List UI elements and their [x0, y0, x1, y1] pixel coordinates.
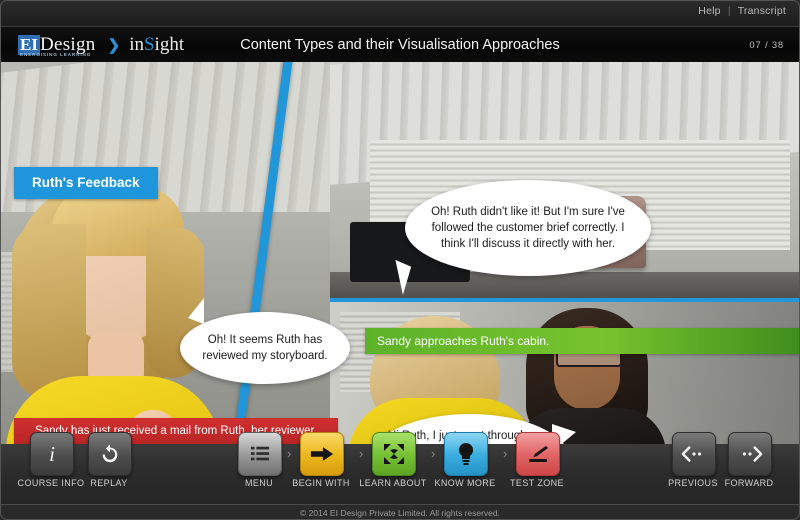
forward-label: FORWARD — [724, 478, 774, 488]
forward-icon — [742, 446, 763, 462]
copyright-footer: © 2014 EI Design Private Limited. All ri… — [0, 504, 800, 520]
speech-bubble-sandy-thought: Oh! Ruth didn't like it! But I'm sure I'… — [395, 180, 651, 296]
learn-about-label: LEARN ABOUT — [359, 478, 427, 488]
learn-about-button[interactable] — [372, 432, 416, 476]
slide-stage: Ruth's Feedback Sandy approaches Ruth's … — [0, 62, 800, 444]
pencil-eraser-icon — [529, 446, 548, 462]
help-link[interactable]: Help — [698, 5, 720, 17]
previous-button[interactable] — [672, 432, 716, 476]
replay-label: REPLAY — [90, 478, 128, 488]
photo-sandy-and-ruth — [330, 302, 800, 444]
toolbar-separator: › — [503, 446, 508, 461]
toolbar-separator: › — [287, 446, 292, 461]
toolbar-separator: › — [359, 446, 364, 461]
course-player: Help | Transcript EI Design ENERGISING L… — [0, 0, 800, 520]
utility-links: Help | Transcript — [698, 5, 786, 17]
speech-bubble-sandy-realisation: Oh! It seems Ruth has reviewed my storyb… — [180, 298, 350, 384]
transcript-link[interactable]: Transcript — [738, 5, 786, 17]
previous-label: PREVIOUS — [668, 478, 718, 488]
converge-arrows-icon — [384, 444, 404, 464]
menu-list-icon — [250, 446, 270, 461]
know-more-button[interactable] — [444, 432, 488, 476]
scene-caption-banner: Sandy approaches Ruth's cabin. — [365, 328, 800, 354]
character-sandy-thinking — [6, 180, 221, 444]
course-header: EI Design ENERGISING LEARNING ❯ inSight … — [0, 26, 800, 64]
menu-button[interactable] — [238, 432, 282, 476]
test-zone-label: TEST ZONE — [510, 478, 564, 488]
utility-separator: | — [727, 5, 731, 17]
utility-bar: Help | Transcript — [0, 0, 800, 26]
begin-with-button[interactable] — [300, 432, 344, 476]
ruths-feedback-tag: Ruth's Feedback — [14, 167, 158, 199]
info-icon: i — [49, 441, 55, 466]
arrow-right-icon — [310, 447, 334, 461]
begin-with-label: BEGIN WITH — [292, 478, 350, 488]
replay-icon — [102, 444, 118, 463]
replay-button[interactable] — [88, 432, 132, 476]
slide-counter: 07 / 38 — [749, 40, 784, 51]
forward-button[interactable] — [728, 432, 772, 476]
know-more-label: KNOW MORE — [434, 478, 496, 488]
course-info-label: COURSE INFO — [17, 478, 85, 488]
previous-icon — [681, 446, 702, 462]
lightbulb-icon — [458, 442, 474, 465]
page-title: Content Types and their Visualisation Ap… — [240, 37, 560, 53]
toolbar-icons: i COURSE INFO REPLAY MENU › BEGIN WITH ›… — [0, 432, 800, 488]
test-zone-button[interactable] — [516, 432, 560, 476]
menu-label: MENU — [244, 478, 274, 488]
bubble-tail — [188, 298, 204, 324]
course-info-button[interactable]: i — [30, 432, 74, 476]
toolbar-separator: › — [431, 446, 436, 461]
navigation-toolbar: i COURSE INFO REPLAY MENU › BEGIN WITH ›… — [0, 432, 800, 504]
